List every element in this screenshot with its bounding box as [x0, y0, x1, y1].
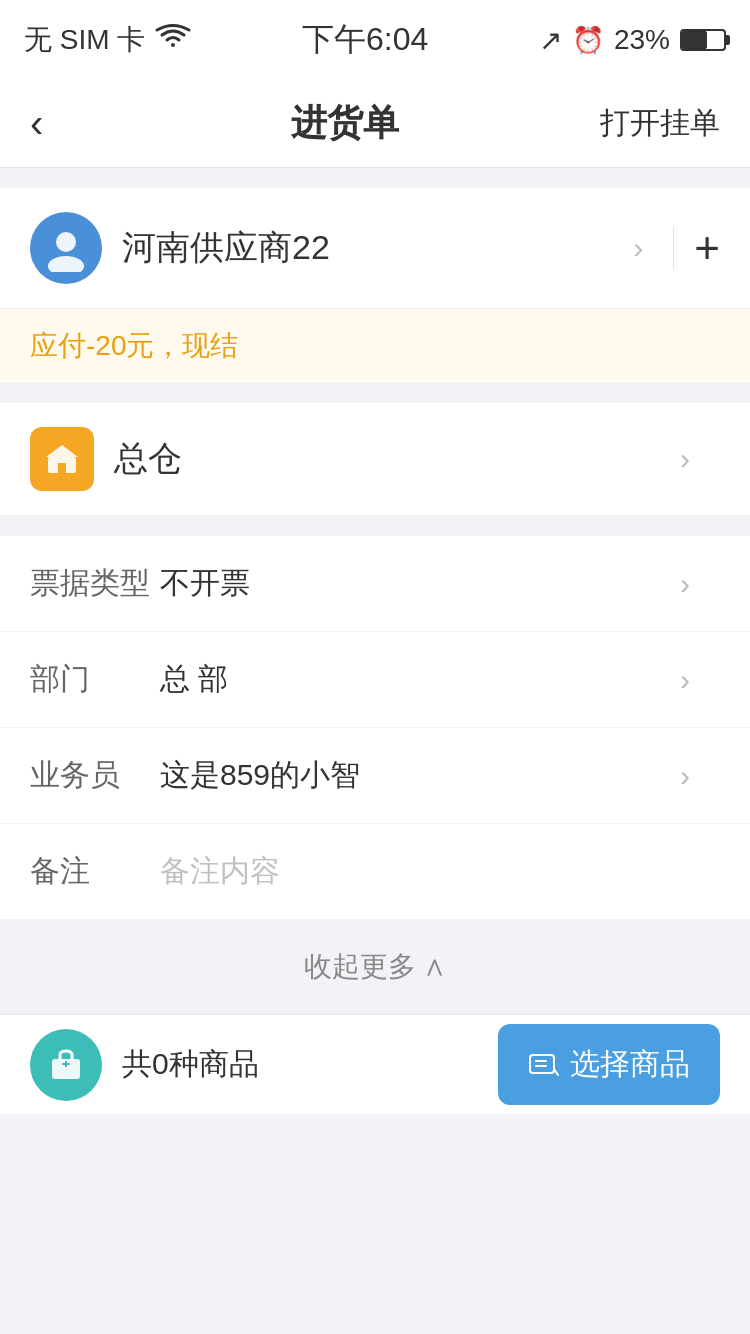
page-background — [0, 1114, 750, 1334]
svg-rect-4 — [58, 463, 66, 473]
select-product-button[interactable]: 选择商品 — [498, 1024, 720, 1105]
section-divider-3 — [0, 516, 750, 536]
salesperson-value: 这是859的小智 — [160, 755, 680, 796]
salesperson-row[interactable]: 业务员 这是859的小智 › — [0, 728, 750, 824]
department-row[interactable]: 部门 总 部 › — [0, 632, 750, 728]
add-button[interactable]: + — [673, 226, 720, 270]
salesperson-chevron-icon: › — [680, 759, 690, 793]
status-left: 无 SIM 卡 — [24, 21, 191, 59]
bottom-bar: 共0种商品 选择商品 — [0, 1014, 750, 1114]
battery-icon — [680, 29, 726, 51]
collapse-label: 收起更多 ∧ — [304, 948, 447, 986]
status-right: ↗ ⏰ 23% — [539, 24, 726, 57]
wifi-icon — [155, 23, 191, 58]
invoice-type-value: 不开票 — [160, 563, 680, 604]
warehouse-chevron-icon: › — [680, 442, 690, 476]
supplier-avatar — [30, 212, 102, 284]
location-icon: ↗ — [539, 24, 562, 57]
supplier-chevron-icon: › — [633, 231, 643, 265]
product-count-text: 共0种商品 — [122, 1044, 498, 1085]
remark-value: 备注内容 — [160, 851, 720, 892]
warehouse-name: 总仓 — [114, 436, 680, 482]
carrier-text: 无 SIM 卡 — [24, 21, 145, 59]
invoice-type-label: 票据类型 — [30, 563, 160, 604]
collapse-row[interactable]: 收起更多 ∧ — [0, 920, 750, 1014]
supplier-name: 河南供应商22 — [122, 225, 633, 271]
form-section: 票据类型 不开票 › 部门 总 部 › 业务员 这是859的小智 › 备注 备注… — [0, 536, 750, 920]
page-title: 进货单 — [291, 99, 399, 148]
supplier-row[interactable]: 河南供应商22 › + — [0, 188, 750, 309]
product-icon — [30, 1029, 102, 1101]
invoice-chevron-icon: › — [680, 567, 690, 601]
section-divider-1 — [0, 168, 750, 188]
supplier-section: 河南供应商22 › + 应付-20元，现结 — [0, 188, 750, 383]
notice-bar: 应付-20元，现结 — [0, 309, 750, 383]
nav-bar: ‹ 进货单 打开挂单 — [0, 80, 750, 168]
remark-label: 备注 — [30, 851, 160, 892]
open-pending-button[interactable]: 打开挂单 — [600, 103, 720, 144]
back-button[interactable]: ‹ — [30, 101, 90, 146]
alarm-icon: ⏰ — [572, 25, 604, 56]
warehouse-icon — [30, 427, 94, 491]
notice-text: 应付-20元，现结 — [30, 330, 238, 361]
svg-point-0 — [56, 232, 76, 252]
department-label: 部门 — [30, 659, 160, 700]
svg-rect-8 — [530, 1055, 554, 1073]
department-chevron-icon: › — [680, 663, 690, 697]
section-divider-2 — [0, 383, 750, 403]
salesperson-label: 业务员 — [30, 755, 160, 796]
remark-row[interactable]: 备注 备注内容 — [0, 824, 750, 920]
svg-marker-3 — [46, 445, 78, 457]
svg-point-1 — [48, 256, 84, 272]
battery-text: 23% — [614, 24, 670, 56]
department-value: 总 部 — [160, 659, 680, 700]
time-text: 下午6:04 — [302, 18, 428, 62]
warehouse-row[interactable]: 总仓 › — [0, 403, 750, 516]
status-bar: 无 SIM 卡 下午6:04 ↗ ⏰ 23% — [0, 0, 750, 80]
invoice-type-row[interactable]: 票据类型 不开票 › — [0, 536, 750, 632]
select-product-label: 选择商品 — [570, 1044, 690, 1085]
